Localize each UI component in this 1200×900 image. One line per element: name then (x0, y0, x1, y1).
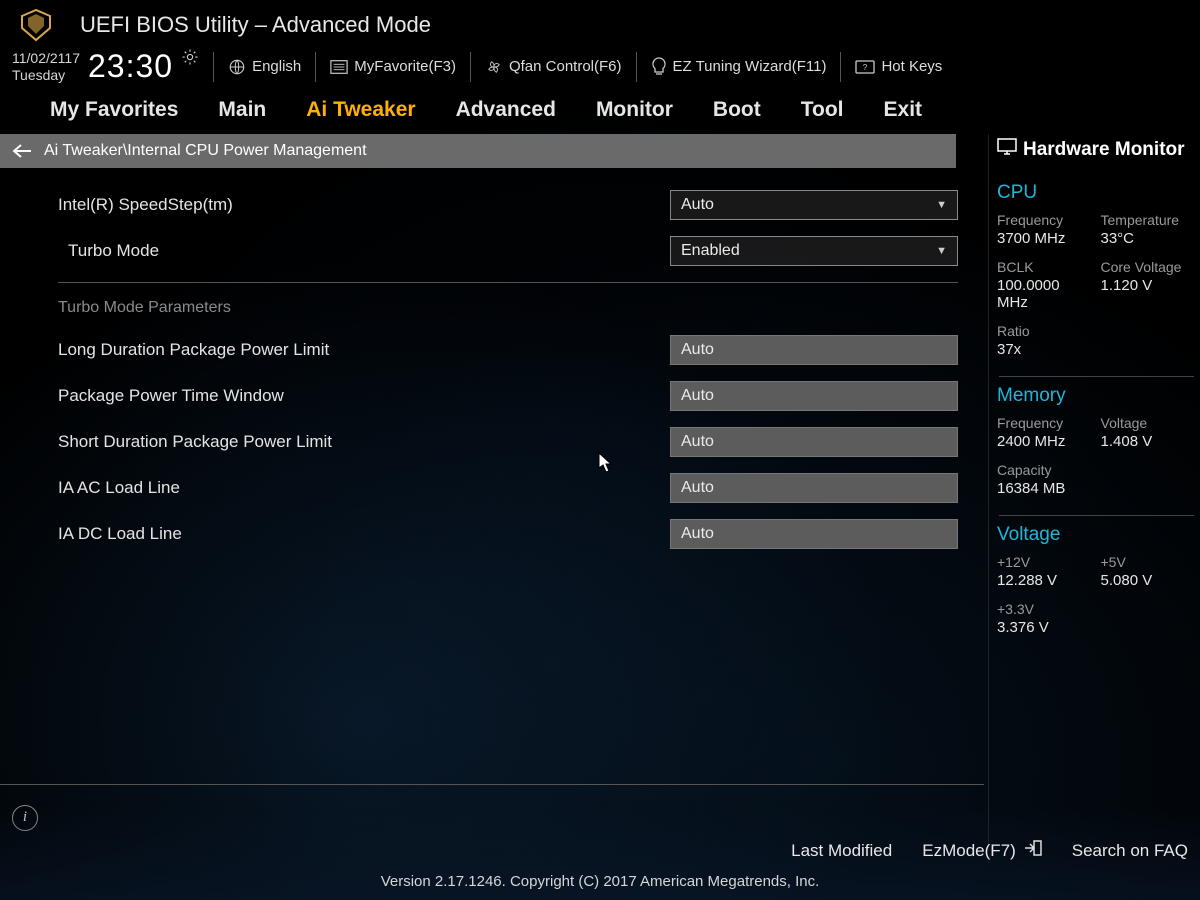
hw-v5: 5.080 V (1101, 572, 1197, 599)
clock-settings-icon[interactable] (181, 48, 199, 66)
chevron-down-icon: ▼ (936, 199, 947, 211)
myfavorite-button[interactable]: MyFavorite(F3) (330, 58, 456, 75)
setting-speedstep-label: Intel(R) SpeedStep(tm) (30, 195, 670, 215)
hw-mem-cap-label: Capacity (997, 462, 1093, 478)
motherboard-logo (12, 8, 60, 42)
hw-cpu-ratio: 37x (997, 341, 1093, 368)
hw-v33: 3.376 V (997, 619, 1093, 646)
back-arrow-icon[interactable] (12, 143, 32, 159)
setting-ia-ac-value: Auto (681, 479, 714, 497)
language-selector[interactable]: English (228, 58, 301, 76)
tab-exit[interactable]: Exit (884, 98, 923, 122)
myfavorite-label: MyFavorite(F3) (354, 58, 456, 75)
setting-short-duration-label: Short Duration Package Power Limit (30, 432, 670, 452)
tab-boot[interactable]: Boot (713, 98, 761, 122)
time-text: 23:30 (88, 48, 173, 85)
setting-long-duration-input[interactable]: Auto (670, 335, 958, 365)
setting-turbo-label: Turbo Mode (30, 241, 670, 261)
tab-advanced[interactable]: Advanced (456, 98, 556, 122)
hw-cpu-bclk-label: BCLK (997, 259, 1093, 275)
hw-voltage-title: Voltage (997, 516, 1196, 554)
setting-short-duration-value: Auto (681, 433, 714, 451)
chevron-down-icon: ▼ (936, 245, 947, 257)
hw-cpu-freq-label: Frequency (997, 212, 1093, 228)
setting-turbo-select[interactable]: Enabled ▼ (670, 236, 958, 266)
svg-text:?: ? (863, 63, 868, 72)
list-icon (330, 59, 348, 75)
hw-cpu-ratio-label: Ratio (997, 323, 1093, 339)
section-turbo-params: Turbo Mode Parameters (30, 293, 958, 327)
hw-memory-title: Memory (997, 377, 1196, 415)
hotkeys-label: Hot Keys (881, 58, 942, 75)
hw-monitor-title: Hardware Monitor (997, 134, 1196, 174)
hw-mem-volt: 1.408 V (1101, 433, 1197, 460)
hw-cpu-temp-label: Temperature (1101, 212, 1197, 228)
tab-main[interactable]: Main (218, 98, 266, 122)
hw-v5-label: +5V (1101, 554, 1197, 570)
setting-ia-dc-value: Auto (681, 525, 714, 543)
qfan-button[interactable]: Qfan Control(F6) (485, 58, 622, 76)
hw-v33-label: +3.3V (997, 601, 1093, 617)
last-modified-button[interactable]: Last Modified (791, 840, 892, 861)
hw-cpu-temp: 33°C (1101, 230, 1197, 257)
setting-long-duration-value: Auto (681, 341, 714, 359)
monitor-icon (997, 138, 1017, 162)
globe-icon (228, 58, 246, 76)
setting-speedstep-select[interactable]: Auto ▼ (670, 190, 958, 220)
datetime-block: 11/02/2117 Tuesday 23:30 (12, 48, 199, 85)
setting-ia-ac-input[interactable]: Auto (670, 473, 958, 503)
hw-cpu-cv: 1.120 V (1101, 277, 1197, 321)
fan-icon (485, 58, 503, 76)
exit-icon (1024, 840, 1042, 861)
date-text: 11/02/2117 (12, 50, 80, 66)
hw-v12-label: +12V (997, 554, 1093, 570)
page-title: UEFI BIOS Utility – Advanced Mode (80, 12, 431, 38)
setting-short-duration-input[interactable]: Auto (670, 427, 958, 457)
language-label: English (252, 58, 301, 75)
setting-ia-ac-label: IA AC Load Line (30, 478, 670, 498)
setting-turbo-value: Enabled (681, 242, 740, 260)
setting-speedstep-value: Auto (681, 196, 714, 214)
setting-time-window-label: Package Power Time Window (30, 386, 670, 406)
hotkeys-button[interactable]: ? Hot Keys (855, 58, 942, 75)
hw-v12: 12.288 V (997, 572, 1093, 599)
setting-long-duration-label: Long Duration Package Power Limit (30, 340, 670, 360)
hw-cpu-title: CPU (997, 174, 1196, 212)
setting-ia-dc-input[interactable]: Auto (670, 519, 958, 549)
setting-time-window-value: Auto (681, 387, 714, 405)
hw-mem-cap: 16384 MB (997, 480, 1093, 507)
hw-cpu-bclk: 100.0000 MHz (997, 277, 1093, 321)
tab-tool[interactable]: Tool (801, 98, 844, 122)
keyboard-icon: ? (855, 60, 875, 74)
tab-bar: My Favorites Main Ai Tweaker Advanced Mo… (0, 92, 1200, 134)
setting-ia-dc-label: IA DC Load Line (30, 524, 670, 544)
version-text: Version 2.17.1246. Copyright (C) 2017 Am… (0, 873, 1200, 890)
hw-cpu-cv-label: Core Voltage (1101, 259, 1197, 275)
hw-mem-freq: 2400 MHz (997, 433, 1093, 460)
bulb-icon (651, 57, 667, 77)
tab-my-favorites[interactable]: My Favorites (50, 98, 178, 122)
tab-monitor[interactable]: Monitor (596, 98, 673, 122)
eztuning-button[interactable]: EZ Tuning Wizard(F11) (651, 57, 827, 77)
hw-mem-volt-label: Voltage (1101, 415, 1197, 431)
qfan-label: Qfan Control(F6) (509, 58, 622, 75)
search-faq-button[interactable]: Search on FAQ (1072, 840, 1188, 861)
breadcrumb-text: Ai Tweaker\Internal CPU Power Management (44, 142, 367, 160)
ezmode-button[interactable]: EzMode(F7) (922, 840, 1042, 861)
eztuning-label: EZ Tuning Wizard(F11) (673, 58, 827, 75)
breadcrumb[interactable]: Ai Tweaker\Internal CPU Power Management (0, 134, 956, 168)
hw-cpu-freq: 3700 MHz (997, 230, 1093, 257)
day-text: Tuesday (12, 67, 80, 83)
tab-ai-tweaker[interactable]: Ai Tweaker (306, 98, 415, 122)
setting-time-window-input[interactable]: Auto (670, 381, 958, 411)
hw-mem-freq-label: Frequency (997, 415, 1093, 431)
